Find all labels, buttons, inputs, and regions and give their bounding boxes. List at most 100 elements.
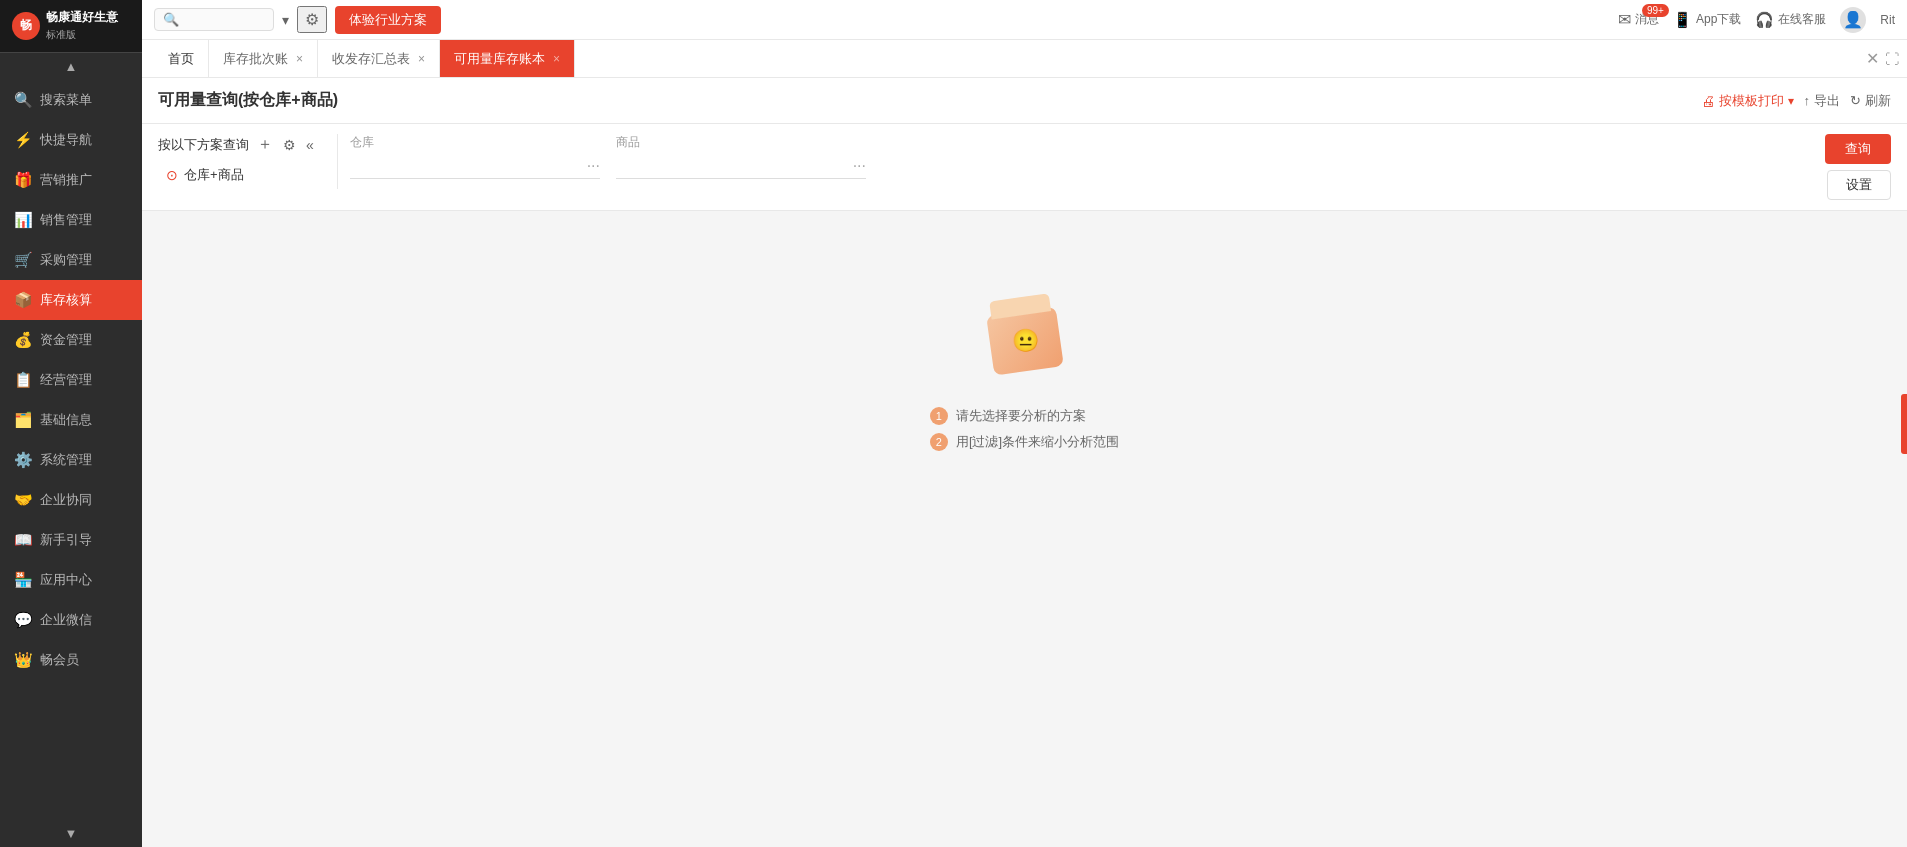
- sidebar-item-label: 经营管理: [40, 371, 92, 389]
- tabbar-close-button[interactable]: ✕: [1866, 49, 1879, 68]
- tab-available-ledger-label: 可用量库存账本: [454, 50, 545, 68]
- sales-icon: 📊: [14, 211, 32, 229]
- collapse-scheme-button[interactable]: «: [304, 137, 316, 153]
- industry-solution-button[interactable]: 体验行业方案: [335, 6, 441, 34]
- headset-icon: 🎧: [1755, 11, 1774, 29]
- tab-home[interactable]: 首页: [154, 40, 209, 77]
- app-download-label: App下载: [1696, 11, 1741, 28]
- enterprise-icon: 🤝: [14, 491, 32, 509]
- tab-collect-summary[interactable]: 收发存汇总表 ×: [318, 40, 440, 77]
- sidebar-item-marketing[interactable]: 🎁 营销推广: [0, 160, 142, 200]
- message-button[interactable]: ✉ 消息 99+: [1618, 10, 1659, 29]
- refresh-icon: ↻: [1850, 93, 1861, 108]
- app-download-button[interactable]: 📱 App下载: [1673, 11, 1741, 29]
- goods-input[interactable]: [616, 159, 853, 174]
- basic-icon: 🗂️: [14, 411, 32, 429]
- sidebar-item-operations[interactable]: 📋 经营管理: [0, 360, 142, 400]
- sidebar-item-label: 快捷导航: [40, 131, 92, 149]
- sidebar-header: 畅 畅康通好生意 标准版: [0, 0, 142, 53]
- online-service-label: 在线客服: [1778, 11, 1826, 28]
- member-icon: 👑: [14, 651, 32, 669]
- logo-icon: 畅: [12, 12, 40, 40]
- refresh-button[interactable]: ↻ 刷新: [1850, 92, 1891, 110]
- template-print-button[interactable]: 🖨 按模板打印 ▾: [1701, 92, 1794, 110]
- search-icon: 🔍: [14, 91, 32, 109]
- user-avatar[interactable]: 👤: [1840, 7, 1866, 33]
- filter-scheme: 按以下方案查询 ＋ ⚙ « ⊙ 仓库+商品: [158, 134, 338, 189]
- hint-num-1: 1: [930, 407, 948, 425]
- topbar: 🔍 ▾ ⚙ 体验行业方案 ✉ 消息 99+ 📱 App下载 🎧 在线客服 �: [142, 0, 1907, 40]
- sidebar-item-label: 畅会员: [40, 651, 79, 669]
- right-scroll-hint: [1901, 394, 1907, 454]
- sidebar-item-wechat[interactable]: 💬 企业微信: [0, 600, 142, 640]
- tab-batch-account-label: 库存批次账: [223, 50, 288, 68]
- tab-home-label: 首页: [168, 50, 194, 68]
- goods-dots-button[interactable]: ···: [853, 157, 866, 175]
- tab-batch-account[interactable]: 库存批次账 ×: [209, 40, 318, 77]
- sidebar-item-search[interactable]: 🔍 搜索菜单: [0, 80, 142, 120]
- sidebar-item-basic[interactable]: 🗂️ 基础信息: [0, 400, 142, 440]
- settings-scheme-button[interactable]: ⚙: [281, 137, 298, 153]
- empty-illustration: 😐: [975, 291, 1075, 391]
- refresh-label: 刷新: [1865, 92, 1891, 110]
- export-button[interactable]: ↑ 导出: [1804, 92, 1841, 110]
- topbar-gear-button[interactable]: ⚙: [297, 6, 327, 33]
- ops-icon: 📋: [14, 371, 32, 389]
- column-settings-button[interactable]: 设置: [1827, 170, 1891, 200]
- sidebar-item-label: 资金管理: [40, 331, 92, 349]
- warehouse-field-label: 仓库: [350, 134, 600, 151]
- avatar-icon: 👤: [1843, 10, 1863, 29]
- sidebar-item-purchase[interactable]: 🛒 采购管理: [0, 240, 142, 280]
- sidebar-item-label: 企业微信: [40, 611, 92, 629]
- empty-hints: 1 请先选择要分析的方案 2 用[过滤]条件来缩小分析范围: [930, 407, 1119, 451]
- sidebar-item-sales[interactable]: 📊 销售管理: [0, 200, 142, 240]
- filter-actions: 查询 设置: [1825, 134, 1891, 200]
- cart-icon: 🛒: [14, 251, 32, 269]
- filter-fields: 仓库 ··· 商品 ···: [350, 134, 1809, 179]
- page-title: 可用量查询(按仓库+商品): [158, 90, 338, 111]
- chevron-down-icon: ▾: [1788, 94, 1794, 108]
- sidebar-item-member[interactable]: 👑 畅会员: [0, 640, 142, 680]
- sidebar-item-newbie[interactable]: 📖 新手引导: [0, 520, 142, 560]
- online-service-button[interactable]: 🎧 在线客服: [1755, 11, 1826, 29]
- username-label[interactable]: Rit: [1880, 13, 1895, 27]
- message-badge: 99+: [1642, 4, 1669, 17]
- newbie-icon: 📖: [14, 531, 32, 549]
- main-area: 🔍 ▾ ⚙ 体验行业方案 ✉ 消息 99+ 📱 App下载 🎧 在线客服 �: [142, 0, 1907, 847]
- sidebar-item-label: 应用中心: [40, 571, 92, 589]
- scheme-icon: ⊙: [166, 167, 178, 183]
- add-scheme-button[interactable]: ＋: [255, 134, 275, 155]
- scheme-warehouse-goods[interactable]: ⊙ 仓库+商品: [158, 161, 325, 189]
- sidebar-scroll-down[interactable]: ▼: [0, 820, 142, 847]
- sidebar-item-label: 库存核算: [40, 291, 92, 309]
- page-content: 可用量查询(按仓库+商品) 🖨 按模板打印 ▾ ↑ 导出 ↻ 刷新: [142, 78, 1907, 847]
- warehouse-dots-button[interactable]: ···: [587, 157, 600, 175]
- message-icon: ✉: [1618, 10, 1631, 29]
- sidebar-item-system[interactable]: ⚙️ 系统管理: [0, 440, 142, 480]
- query-button[interactable]: 查询: [1825, 134, 1891, 164]
- sidebar-item-shortcut[interactable]: ⚡ 快捷导航: [0, 120, 142, 160]
- tabbar-expand-button[interactable]: ⛶: [1885, 51, 1899, 67]
- sidebar-item-finance[interactable]: 💰 资金管理: [0, 320, 142, 360]
- sidebar-nav: 🔍 搜索菜单 ⚡ 快捷导航 🎁 营销推广 📊 销售管理 🛒 采购管理 📦 库存核…: [0, 80, 142, 820]
- tab-available-ledger-close[interactable]: ×: [553, 52, 560, 66]
- filter-field-goods: 商品 ···: [616, 134, 866, 179]
- tab-collect-summary-close[interactable]: ×: [418, 52, 425, 66]
- filter-field-warehouse: 仓库 ···: [350, 134, 600, 179]
- chevron-down-icon: ▾: [282, 12, 289, 28]
- export-icon: ↑: [1804, 93, 1811, 108]
- sidebar-item-enterprise[interactable]: 🤝 企业协同: [0, 480, 142, 520]
- sidebar-item-label: 系统管理: [40, 451, 92, 469]
- topbar-dropdown[interactable]: ▾: [282, 12, 289, 28]
- sidebar-scroll-up[interactable]: ▲: [0, 53, 142, 80]
- tab-batch-account-close[interactable]: ×: [296, 52, 303, 66]
- page-header-actions: 🖨 按模板打印 ▾ ↑ 导出 ↻ 刷新: [1701, 92, 1892, 110]
- sidebar-item-inventory[interactable]: 📦 库存核算: [0, 280, 142, 320]
- scheme-item-label: 仓库+商品: [184, 166, 244, 184]
- sidebar-item-app-center[interactable]: 🏪 应用中心: [0, 560, 142, 600]
- tab-available-ledger[interactable]: 可用量库存账本 ×: [440, 40, 575, 77]
- finance-icon: 💰: [14, 331, 32, 349]
- warehouse-input[interactable]: [350, 159, 587, 174]
- sidebar-item-label: 采购管理: [40, 251, 92, 269]
- topbar-search-input[interactable]: [183, 13, 263, 27]
